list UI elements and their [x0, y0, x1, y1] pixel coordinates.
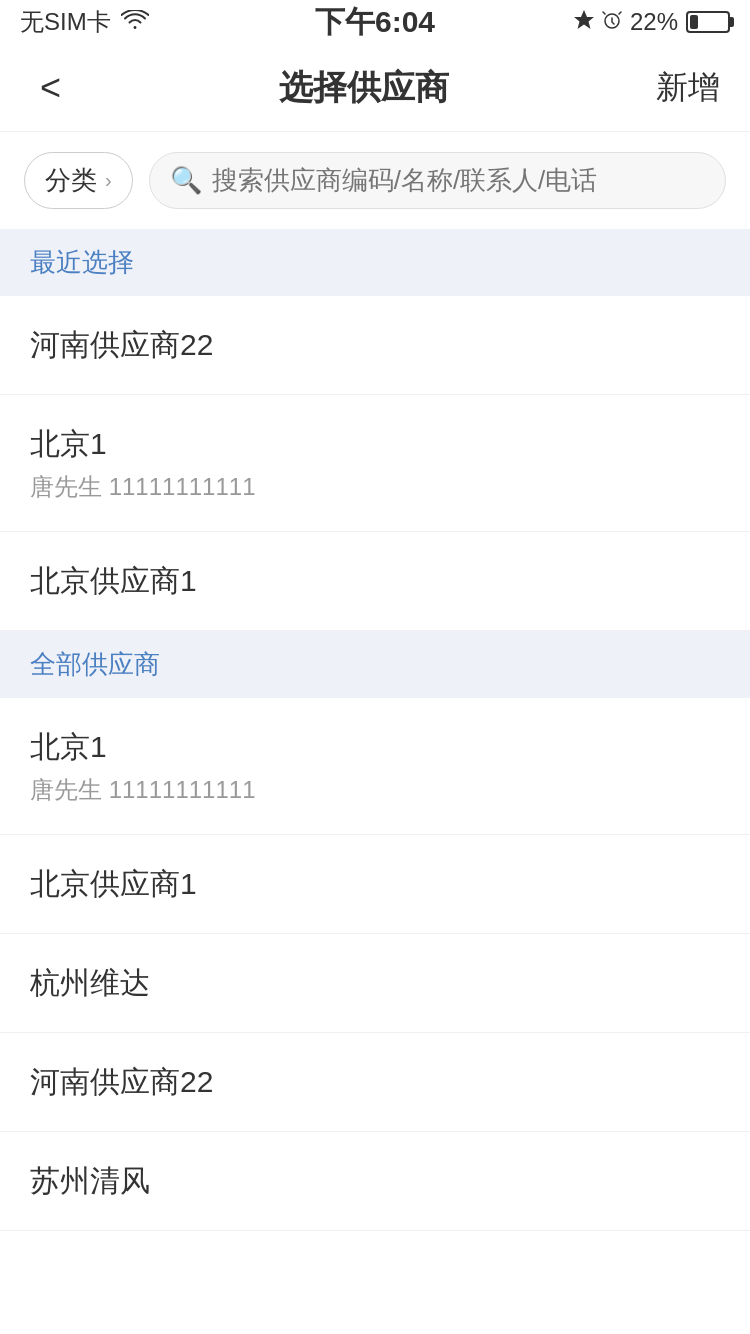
item-name: 河南供应商22 [30, 324, 720, 366]
carrier-label: 无SIM卡 [20, 6, 111, 38]
item-name: 河南供应商22 [30, 1061, 720, 1103]
item-sub: 唐先生 11111111111 [30, 471, 720, 503]
status-left: 无SIM卡 [20, 6, 149, 38]
item-sub: 唐先生 11111111111 [30, 774, 720, 806]
filter-bar: 分类 › 🔍 [0, 132, 750, 229]
list-item[interactable]: 河南供应商22 [0, 296, 750, 395]
battery-percentage: 22% [630, 8, 678, 36]
all-list: 北京1 唐先生 11111111111 北京供应商1 杭州维达河南供应商22 苏州清风 [0, 698, 750, 1231]
list-item[interactable]: 北京1 唐先生 11111111111 [0, 395, 750, 532]
battery-icon [686, 11, 730, 33]
add-button[interactable]: 新增 [656, 66, 720, 110]
chevron-right-icon: › [105, 169, 112, 192]
recent-list: 河南供应商22 北京1 唐先生 11111111111 北京供应商1 [0, 296, 750, 631]
category-button[interactable]: 分类 › [24, 152, 133, 209]
item-name: 北京供应商1 [30, 863, 720, 905]
status-right: 22% [574, 8, 730, 36]
list-item[interactable]: 杭州维达 [0, 934, 750, 1033]
recent-section-label: 最近选择 [30, 247, 134, 277]
item-name: 北京1 [30, 726, 720, 768]
back-button[interactable]: < [30, 57, 71, 119]
wifi-icon [121, 8, 149, 36]
list-item[interactable]: 苏州清风 [0, 1132, 750, 1231]
category-label: 分类 [45, 163, 97, 198]
recent-section-header: 最近选择 [0, 229, 750, 296]
all-section-label: 全部供应商 [30, 649, 160, 679]
item-name: 杭州维达 [30, 962, 720, 1004]
search-input[interactable] [212, 165, 705, 196]
list-item[interactable]: 北京供应商1 [0, 532, 750, 631]
gps-icon [574, 8, 594, 36]
item-name: 北京1 [30, 423, 720, 465]
all-section-header: 全部供应商 [0, 631, 750, 698]
item-name: 北京供应商1 [30, 560, 720, 602]
status-bar: 无SIM卡 下午6:04 22% [0, 0, 750, 44]
list-item[interactable]: 河南供应商22 [0, 1033, 750, 1132]
page-title: 选择供应商 [279, 65, 449, 111]
alarm-icon [602, 8, 622, 36]
status-time: 下午6:04 [315, 2, 435, 43]
item-name: 苏州清风 [30, 1160, 720, 1202]
nav-bar: < 选择供应商 新增 [0, 44, 750, 132]
search-icon: 🔍 [170, 165, 202, 196]
list-item[interactable]: 北京供应商1 [0, 835, 750, 934]
list-item[interactable]: 北京1 唐先生 11111111111 [0, 698, 750, 835]
search-box: 🔍 [149, 152, 726, 209]
